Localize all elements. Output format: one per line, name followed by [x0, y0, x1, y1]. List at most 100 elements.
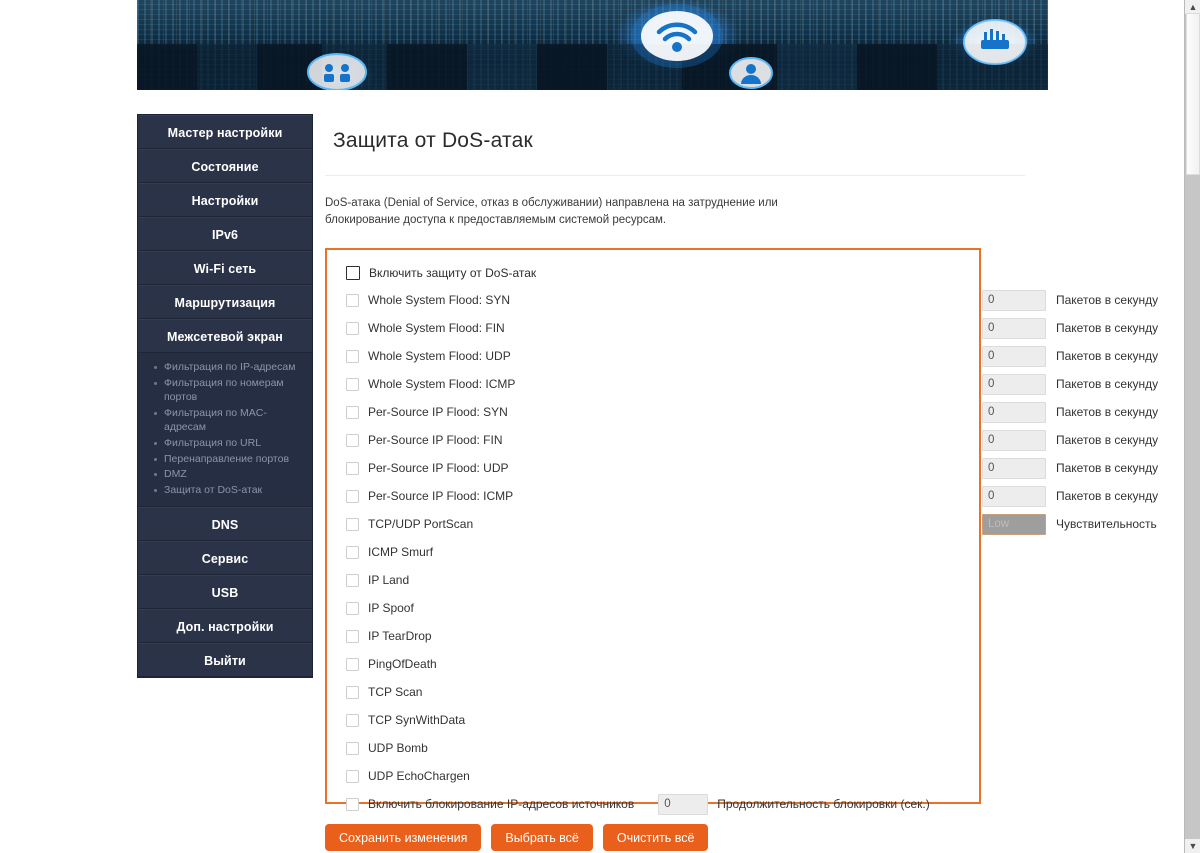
checkbox-attack-5[interactable] — [346, 433, 359, 447]
sidebar-item-ipv6[interactable]: IPv6 — [138, 217, 312, 251]
submenu-item-label: Фильтрация по номерам портов — [164, 376, 284, 404]
checkbox-attack-1[interactable] — [346, 321, 359, 335]
checkbox-attack-9[interactable] — [346, 545, 359, 559]
checkbox-attack-10[interactable] — [346, 573, 359, 587]
input-threshold-7[interactable] — [982, 485, 1046, 507]
checkbox-attack-12[interactable] — [346, 629, 359, 643]
submenu-item-port-filter[interactable]: Фильтрация по номерам портов — [154, 376, 304, 405]
input-threshold-5[interactable] — [982, 429, 1046, 451]
row-attack-11[interactable]: IP Spoof — [327, 594, 979, 622]
row-attack-12[interactable]: IP TearDrop — [327, 622, 979, 650]
submenu-item-label: Защита от DoS-атак — [164, 483, 263, 496]
scroll-up-arrow-icon[interactable]: ▲ — [1185, 0, 1200, 14]
row-attack-17[interactable]: UDP EchoChargen — [327, 762, 979, 790]
select-all-button[interactable]: Выбрать всё — [491, 824, 593, 851]
checkbox-attack-8[interactable] — [346, 517, 359, 531]
input-block-duration[interactable] — [658, 793, 709, 815]
input-threshold-1[interactable] — [982, 317, 1046, 339]
submenu-item-port-forwarding[interactable]: Перенаправление портов — [154, 452, 304, 467]
input-threshold-6[interactable] — [982, 457, 1046, 479]
submenu-item-dmz[interactable]: DMZ — [154, 467, 304, 482]
checkbox-attack-11[interactable] — [346, 601, 359, 615]
checkbox-attack-6[interactable] — [346, 461, 359, 475]
checkbox-attack-13[interactable] — [346, 657, 359, 671]
sidebar-item-label: Сервис — [201, 552, 249, 567]
checkbox-attack-0[interactable] — [346, 293, 359, 307]
router-icon — [963, 16, 1027, 68]
clear-all-button[interactable]: Очистить всё — [602, 824, 709, 851]
sidebar-item-advanced[interactable]: Доп. настройки — [138, 609, 312, 644]
sidebar-item-label: Состояние — [191, 160, 259, 174]
sidebar-item-label: Межсетевой экран — [167, 330, 283, 344]
sidebar-item-setup-wizard[interactable]: Мастер настройки — [138, 115, 312, 149]
label-attack-14: TCP Scan — [368, 685, 423, 699]
input-threshold-4[interactable] — [982, 401, 1046, 423]
row-attack-8[interactable]: TCP/UDP PortScan Low Чувствительность — [327, 510, 1157, 538]
sidebar-item-logout[interactable]: Выйти — [138, 643, 312, 678]
row-attack-7[interactable]: Per-Source IP Flood: ICMP Пакетов в секун… — [327, 482, 1158, 510]
sidebar-item-label: Мастер настройки — [167, 126, 283, 140]
row-attack-2[interactable]: Whole System Flood: UDP Пакетов в секунду — [327, 342, 1158, 370]
checkbox-attack-7[interactable] — [346, 489, 359, 503]
unit-label-3: Пакетов в секунду — [1056, 377, 1159, 391]
sidebar-item-wifi[interactable]: Wi-Fi сеть — [138, 251, 312, 285]
label-source-ip-blocking: Включить блокирование IP-адресов источни… — [368, 797, 635, 811]
row-attack-15[interactable]: TCP SynWithData — [327, 706, 979, 734]
sidebar-item-firewall[interactable]: Межсетевой экран — [138, 319, 312, 353]
checkbox-attack-2[interactable] — [346, 349, 359, 363]
submenu-item-mac-filter[interactable]: Фильтрация по MAC-адресам — [154, 406, 304, 435]
input-threshold-3[interactable] — [982, 373, 1046, 395]
label-attack-17: UDP EchoChargen — [368, 769, 470, 783]
sidebar-item-label: Wi-Fi сеть — [193, 262, 257, 276]
submenu-item-dos-protection[interactable]: Защита от DoS-атак — [154, 483, 304, 498]
checkbox-attack-15[interactable] — [346, 713, 359, 727]
unit-label-0: Пакетов в секунду — [1056, 293, 1159, 307]
row-attack-10[interactable]: IP Land — [327, 566, 979, 594]
row-attack-1[interactable]: Whole System Flood: FIN Пакетов в секунду — [327, 314, 1158, 342]
sidebar-item-usb[interactable]: USB — [138, 575, 312, 610]
page-scrollbar[interactable]: ▲ ▼ — [1184, 0, 1200, 853]
row-attack-13[interactable]: PingOfDeath — [327, 650, 979, 678]
row-attack-0[interactable]: Whole System Flood: SYN Пакетов в секунду — [327, 286, 1158, 314]
banner-glow — [137, 0, 1048, 90]
checkbox-source-ip-blocking[interactable] — [346, 797, 359, 811]
sidebar-item-service[interactable]: Сервис — [138, 541, 312, 576]
row-attack-5[interactable]: Per-Source IP Flood: FIN Пакетов в секунд… — [327, 426, 1158, 454]
input-threshold-2[interactable] — [982, 345, 1046, 367]
select-portscan-sensitivity[interactable]: Low — [982, 513, 1046, 535]
checkbox-attack-17[interactable] — [346, 769, 359, 783]
row-attack-14[interactable]: TCP Scan — [327, 678, 979, 706]
submenu-item-label: Фильтрация по URL — [164, 436, 262, 449]
row-enable-dos-protection[interactable]: Включить защиту от DoS-атак — [327, 259, 979, 286]
row-attack-4[interactable]: Per-Source IP Flood: SYN Пакетов в секунд… — [327, 398, 1158, 426]
input-threshold-0[interactable] — [982, 289, 1046, 311]
row-source-ip-blocking[interactable]: Включить блокирование IP-адресов источни… — [327, 790, 979, 818]
field-group-0: Пакетов в секунду — [982, 289, 1159, 311]
scroll-down-arrow-icon[interactable]: ▼ — [1185, 839, 1200, 853]
sidebar-item-label: USB — [211, 586, 239, 601]
dos-protection-panel: Включить защиту от DoS-атак Whole System… — [325, 248, 1158, 815]
sidebar-item-status[interactable]: Состояние — [138, 149, 312, 183]
router-admin-page: Мастер настройки Состояние Настройки IPv… — [0, 0, 1200, 853]
submenu-item-ip-filter[interactable]: Фильтрация по IP-адресам — [154, 360, 304, 375]
unit-label-1: Пакетов в секунду — [1056, 321, 1159, 335]
checkbox-attack-16[interactable] — [346, 741, 359, 755]
label-attack-3: Whole System Flood: ICMP — [368, 377, 516, 391]
checkbox-enable-dos-protection[interactable] — [346, 265, 360, 280]
sidebar-item-dns[interactable]: DNS — [138, 507, 312, 542]
field-group-6: Пакетов в секунду — [982, 457, 1158, 479]
row-attack-3[interactable]: Whole System Flood: ICMP Пакетов в секунд… — [327, 370, 1158, 398]
row-attack-9[interactable]: ICMP Smurf — [327, 538, 979, 566]
checkbox-attack-3[interactable] — [346, 377, 359, 391]
checkbox-attack-14[interactable] — [346, 685, 359, 699]
unit-label-8: Чувствительность — [1056, 517, 1157, 531]
scrollbar-thumb[interactable] — [1186, 13, 1200, 175]
row-attack-16[interactable]: UDP Bomb — [327, 734, 979, 762]
label-attack-8: TCP/UDP PortScan — [368, 517, 474, 531]
save-changes-button[interactable]: Сохранить изменения — [325, 824, 482, 851]
submenu-item-url-filter[interactable]: Фильтрация по URL — [154, 436, 304, 451]
sidebar-item-routing[interactable]: Маршрутизация — [138, 285, 312, 319]
row-attack-6[interactable]: Per-Source IP Flood: UDP Пакетов в секунд… — [327, 454, 1158, 482]
sidebar-item-settings[interactable]: Настройки — [138, 183, 312, 217]
checkbox-attack-4[interactable] — [346, 405, 359, 419]
